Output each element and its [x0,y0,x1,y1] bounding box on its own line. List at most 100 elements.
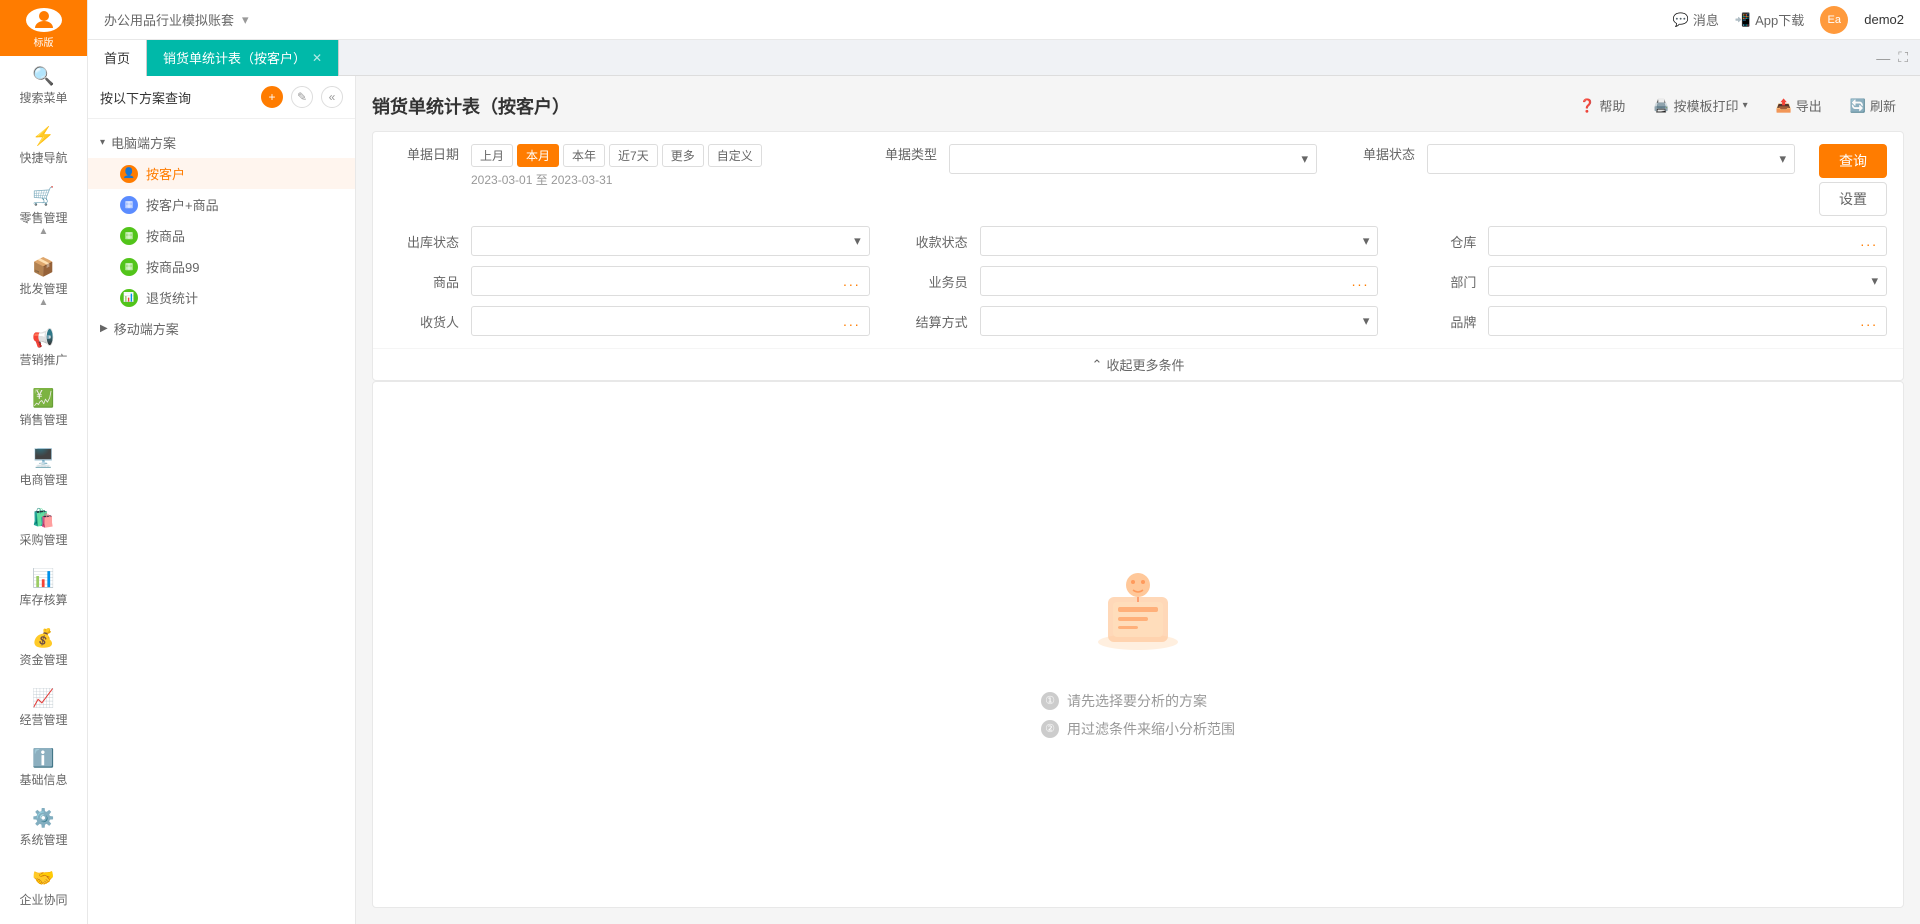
page-title: 销货单统计表（按客户） [372,93,570,119]
dept-label: 部门 [1406,272,1476,291]
settings-btn[interactable]: 设置 [1819,182,1887,216]
collapse-panel-btn[interactable]: « [321,86,343,108]
app-download-btn[interactable]: 📲 App下载 [1735,10,1804,29]
sidebar-item-search-menu[interactable]: 🔍 搜索菜单 [0,56,87,116]
product-label: 商品 [389,272,459,291]
collapse-filters-btn[interactable]: ⌃ 收起更多条件 [373,355,1903,374]
this-year-btn[interactable]: 本年 [563,144,605,167]
sidebar-item-finance[interactable]: 💰 资金管理 [0,618,87,678]
tab-minimize-icon[interactable]: — [1876,50,1890,66]
query-btn[interactable]: 查询 [1819,144,1887,178]
tab-sales-stat-label: 销货单统计表（按客户） [163,48,306,67]
last-7-days-btn[interactable]: 近7天 [609,144,658,167]
left-panel-actions: + ✎ « [261,86,343,108]
doc-type-select[interactable]: ▾ [949,144,1317,174]
sidebar-item-wholesale[interactable]: 📦 批发管理 ▲ [0,247,87,318]
dept-select[interactable]: ▾ [1488,266,1887,296]
date-quick-btns: 上月 本月 本年 近7天 更多 自定义 [471,144,762,167]
out-status-control: ▾ [471,226,870,256]
add-scheme-btn[interactable]: + [261,86,283,108]
refresh-btn[interactable]: 🔄 刷新 [1842,92,1904,119]
sidebar-item-new-guide[interactable]: 🌟 新手引导 [0,918,87,924]
tree-section: ▾ 电脑端方案 👤 按客户 ▦ 按客户+商品 ▦ 按商品 [88,119,355,352]
sidebar-item-system[interactable]: ⚙️ 系统管理 [0,798,87,858]
tab-expand-btn[interactable]: — ⛶ [1864,49,1920,66]
sales-icon: 💹 [4,388,83,409]
recipient-select[interactable]: ... [471,306,870,336]
tree-item-return-stat[interactable]: 📊 退货统计 [88,282,355,313]
doc-status-select[interactable]: ▾ [1427,144,1795,174]
last-month-btn[interactable]: 上月 [471,144,513,167]
sidebar-item-enterprise-collab[interactable]: 🤝 企业协同 [0,858,87,918]
out-status-select[interactable]: ▾ [471,226,870,256]
message-btn[interactable]: 💬 消息 [1673,10,1719,29]
tree-item-by-product-99[interactable]: ▦ 按商品99 [88,251,355,282]
salesperson-dots[interactable]: ... [1352,273,1370,289]
sidebar-item-label: 搜索菜单 [4,89,83,106]
sidebar-item-label: 销售管理 [4,411,83,428]
sidebar-item-marketing[interactable]: 📢 营销推广 [0,318,87,378]
empty-tip-2-text: 用过滤条件来缩小分析范围 [1067,715,1235,743]
sidebar-item-basic-info[interactable]: ℹ️ 基础信息 [0,738,87,798]
empty-tip-1-text: 请先选择要分析的方案 [1067,687,1207,715]
sidebar-item-retail[interactable]: 🛒 零售管理 ▲ [0,176,87,247]
sidebar-item-sales[interactable]: 💹 销售管理 [0,378,87,438]
wholesale-icon: 📦 [32,257,54,278]
payment-status-label: 收款状态 [898,232,968,251]
this-month-btn[interactable]: 本月 [517,144,559,167]
warehouse-dots[interactable]: ... [1860,233,1878,249]
settlement-select[interactable]: ▾ [980,306,1379,336]
warehouse-select[interactable]: ... [1488,226,1887,256]
more-btn[interactable]: 更多 [662,144,704,167]
user-avatar-text: Ea [1828,14,1841,26]
tab-maximize-icon[interactable]: ⛶ [1898,49,1908,66]
tab-home[interactable]: 首页 [88,40,147,76]
sidebar-item-ecommerce[interactable]: 🖥️ 电商管理 [0,438,87,498]
tree-item-by-product[interactable]: ▦ 按商品 [88,220,355,251]
product-dots[interactable]: ... [843,273,861,289]
date-range-text: 2023-03-01 至 2023-03-31 [471,171,612,188]
brand-dots[interactable]: ... [1860,313,1878,329]
search-icon: 🔍 [4,66,83,87]
dept-control: ▾ [1488,266,1887,296]
sidebar-item-label: 经营管理 [4,711,83,728]
tree-item-by-customer-product[interactable]: ▦ 按客户+商品 [88,189,355,220]
sidebar: 标版 🔍 搜索菜单 ⚡ 快捷导航 🛒 零售管理 ▲ 📦 批发管理 ▲ 📢 营销推… [0,0,88,924]
date-control: 上月 本月 本年 近7天 更多 自定义 2023-03-01 至 2023-03… [471,144,839,188]
tab-sales-stat[interactable]: 销货单统计表（按客户） ✕ [147,40,339,76]
tree-item-label: 按商品 [146,226,185,245]
mobile-group-header[interactable]: ▶ 移动端方案 [88,313,355,344]
empty-tips: ① 请先选择要分析的方案 ② 用过滤条件来缩小分析范围 [1041,687,1235,743]
empty-tip-1: ① 请先选择要分析的方案 [1041,687,1235,715]
sidebar-item-operations[interactable]: 📈 经营管理 [0,678,87,738]
help-btn[interactable]: ❓ 帮助 [1571,92,1633,119]
print-btn[interactable]: 🖨️ 按模板打印 ▾ [1645,92,1755,119]
warehouse-label: 仓库 [1406,232,1476,251]
payment-status-select[interactable]: ▾ [980,226,1379,256]
finance-icon: 💰 [4,628,83,649]
brand-select[interactable]: ... [1488,306,1887,336]
user-name[interactable]: demo2 [1864,12,1904,27]
custom-btn[interactable]: 自定义 [708,144,762,167]
edit-scheme-btn[interactable]: ✎ [291,86,313,108]
tree-item-label: 按商品99 [146,257,199,276]
sidebar-item-quick-nav[interactable]: ⚡ 快捷导航 [0,116,87,176]
export-btn[interactable]: 📤 导出 [1768,92,1830,119]
tree-item-by-customer[interactable]: 👤 按客户 [88,158,355,189]
sidebar-item-purchase[interactable]: 🛍️ 采购管理 [0,498,87,558]
header-dropdown-icon[interactable]: ▾ [242,12,249,28]
user-avatar[interactable]: Ea [1820,6,1848,34]
return-stat-icon: 📊 [120,289,138,307]
left-panel-title: 按以下方案查询 [100,88,191,107]
product-select[interactable]: ... [471,266,870,296]
page-title-row: 销货单统计表（按客户） ❓ 帮助 🖨️ 按模板打印 ▾ 📤 导出 [372,92,1904,119]
salesperson-select[interactable]: ... [980,266,1379,296]
recipient-dots[interactable]: ... [843,313,861,329]
tab-close-btn[interactable]: ✕ [312,51,322,65]
sidebar-item-inventory[interactable]: 📊 库存核算 [0,558,87,618]
payment-status-control: ▾ [980,226,1379,256]
desktop-group-header[interactable]: ▾ 电脑端方案 [88,127,355,158]
desktop-group-label: 电脑端方案 [111,133,176,152]
sidebar-item-label: 企业协同 [4,891,83,908]
operations-icon: 📈 [4,688,83,709]
